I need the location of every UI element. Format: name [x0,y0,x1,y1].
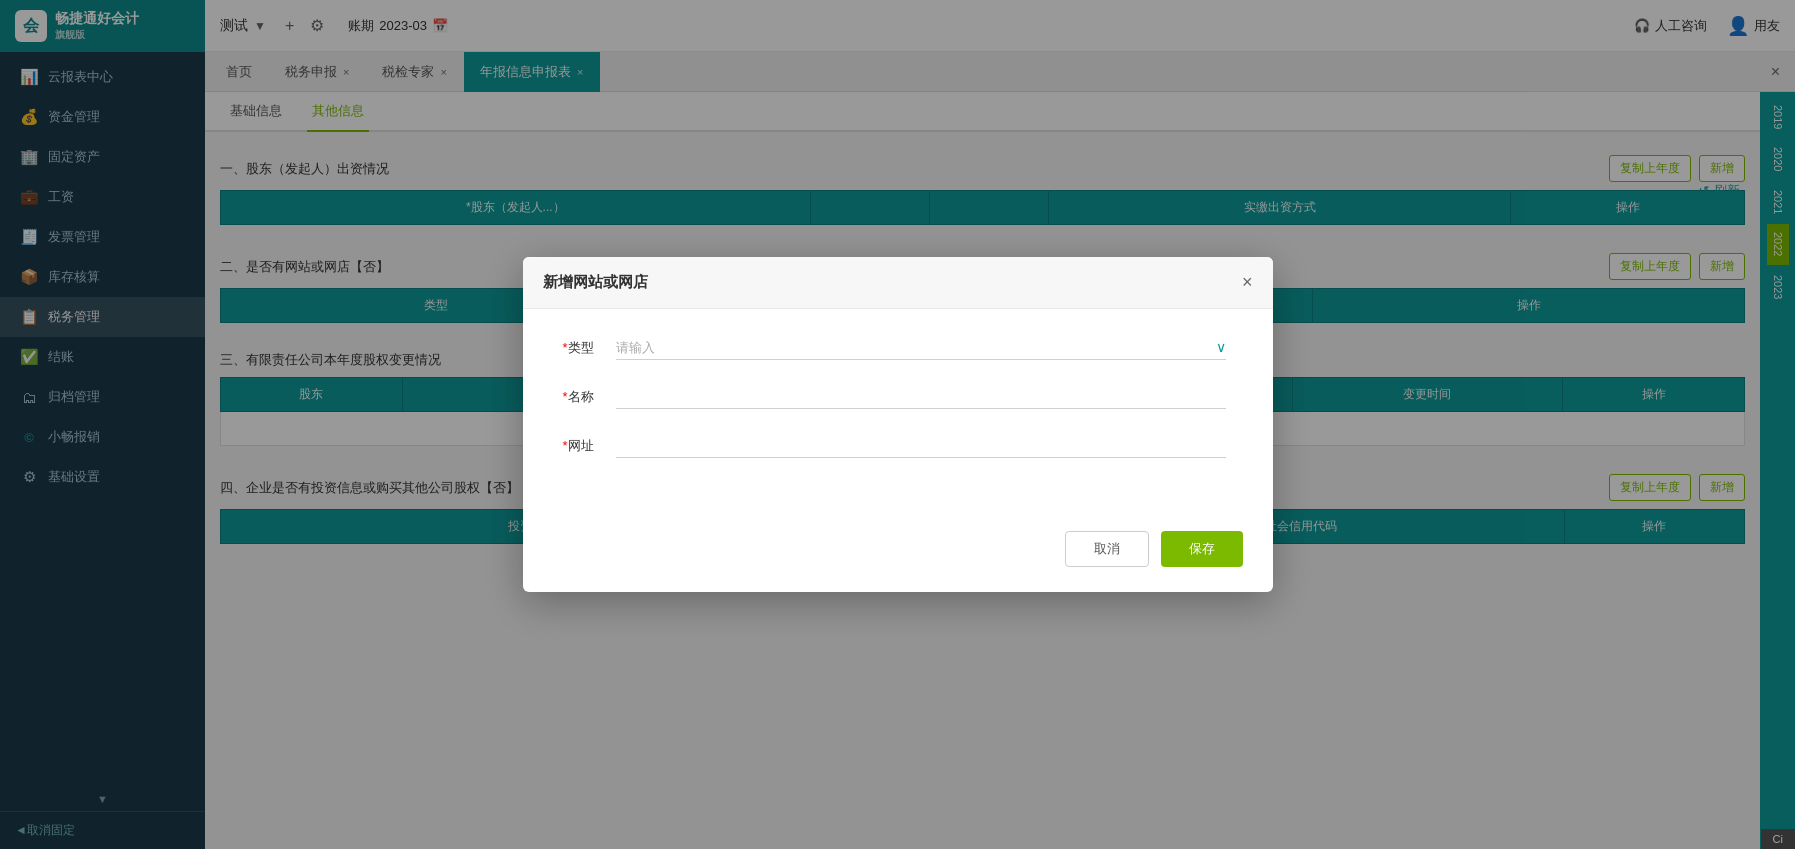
type-label: *类型 [563,339,613,357]
form-field-type: *类型 ∨ [563,339,1233,361]
form-field-name: *名称 [563,388,1233,409]
name-input[interactable] [616,389,1226,404]
type-dropdown-icon[interactable]: ∨ [1216,339,1226,355]
url-label: *网址 [563,437,613,455]
required-star2: * [563,389,568,404]
form-field-url: *网址 [563,437,1233,458]
url-input[interactable] [616,438,1226,453]
cancel-btn[interactable]: 取消 [1065,531,1149,567]
type-input[interactable] [616,340,1216,355]
required-star3: * [563,438,568,453]
name-label: *名称 [563,388,613,406]
url-input-wrapper [616,438,1226,458]
dialog-title: 新增网站或网店 [543,273,648,292]
dialog-body: *类型 ∨ *名称 *网址 [523,309,1273,517]
add-website-dialog: 新增网站或网店 × *类型 ∨ *名称 [523,257,1273,593]
required-star: * [563,340,568,355]
save-btn[interactable]: 保存 [1161,531,1243,567]
bottom-badge: Ci [1761,829,1795,849]
dialog-footer: 取消 保存 [523,516,1273,592]
modal-overlay: 新增网站或网店 × *类型 ∨ *名称 [0,0,1795,849]
dialog-close-btn[interactable]: × [1242,273,1253,291]
dialog-header: 新增网站或网店 × [523,257,1273,309]
type-input-wrapper: ∨ [616,339,1226,360]
name-input-wrapper [616,389,1226,409]
